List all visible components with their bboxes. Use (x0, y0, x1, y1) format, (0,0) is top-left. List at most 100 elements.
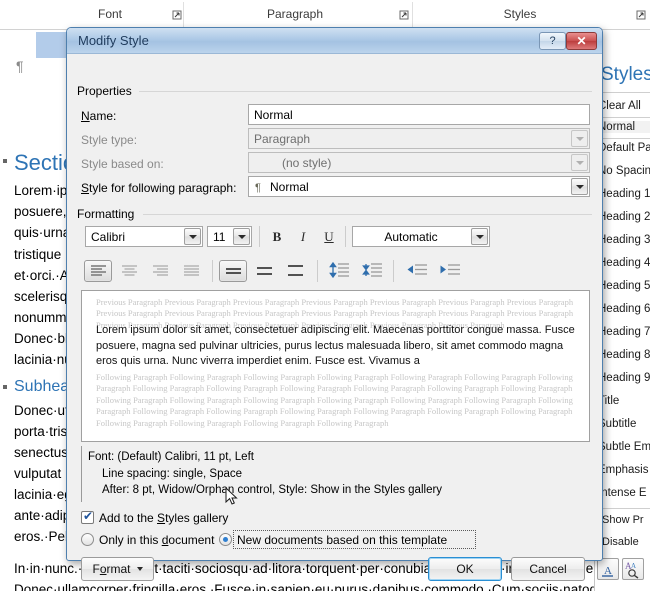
preview-body-text: Lorem ipsum dolor sit amet, consectetuer… (96, 324, 575, 367)
style-based-on-combobox: (no style) (248, 152, 590, 173)
font-size-value: 11 (213, 230, 226, 244)
style-inspector-icon[interactable]: A A (622, 558, 644, 580)
chevron-down-icon[interactable] (471, 228, 488, 245)
preview-following-paragraph: Following Paragraph Following Paragraph … (96, 372, 573, 428)
chevron-down-icon (136, 567, 143, 571)
font-color-value: Automatic (384, 230, 438, 244)
add-to-styles-gallery-checkbox[interactable]: ✔ (81, 509, 94, 524)
style-based-on-value: (no style) (282, 156, 332, 170)
line-spacing-double-button[interactable] (281, 260, 309, 282)
font-family-combobox[interactable]: Calibri (85, 226, 203, 247)
style-type-value: Paragraph (254, 132, 311, 146)
styles-pane-item[interactable]: Heading 1 (598, 188, 650, 200)
dialog-titlebar[interactable]: Modify Style ? ✕ (67, 28, 602, 54)
style-change-bullet-icon (3, 159, 7, 163)
italic-button[interactable]: I (291, 226, 315, 248)
description-line: Font: (Default) Calibri, 11 pt, Left (88, 451, 254, 463)
add-to-styles-gallery-label: Add to the Styles gallery (99, 511, 229, 525)
align-left-button[interactable] (84, 260, 112, 282)
only-in-this-document-radio[interactable] (81, 533, 94, 546)
cancel-button[interactable]: Cancel (511, 557, 585, 581)
style-based-on-label: Style based on: (81, 157, 164, 171)
line-spacing-1-5-button[interactable] (250, 260, 278, 282)
chevron-down-icon (571, 130, 588, 147)
dialog-body: Properties Name: Normal Style type: Para… (67, 54, 602, 581)
svg-text:A: A (631, 562, 636, 570)
chevron-down-icon[interactable] (184, 228, 201, 245)
styles-pane-item[interactable]: Default Pa (598, 142, 650, 154)
styles-pane-item[interactable]: Heading 7 (598, 326, 650, 338)
close-button[interactable]: ✕ (566, 32, 597, 50)
styles-pane-item[interactable]: Emphasis (598, 464, 649, 476)
ribbon-group-bar: Font Paragraph Styles (0, 0, 650, 30)
bold-button[interactable]: B (265, 226, 289, 248)
styles-pane-show-preview-checkbox[interactable]: Show Pr (602, 514, 644, 526)
styles-pane-item[interactable]: Heading 2 (598, 211, 650, 223)
toolbar-separator (345, 226, 346, 247)
style-for-following-paragraph-combobox[interactable]: ¶ Normal (248, 176, 590, 197)
styles-pane-item[interactable]: No Spacin (598, 165, 650, 177)
question-mark-icon: ? (549, 35, 556, 47)
toolbar-separator (212, 260, 213, 282)
style-type-label: Style type: (81, 133, 138, 147)
dialog-title: Modify Style (78, 33, 149, 48)
styles-pane-item[interactable]: Heading 9 (598, 372, 650, 384)
format-button-label: Format (92, 562, 131, 576)
style-type-combobox: Paragraph (248, 128, 590, 149)
styles-pane-item-normal[interactable]: Normal (598, 121, 650, 133)
align-right-button[interactable] (146, 260, 174, 282)
underline-button[interactable]: U (317, 226, 341, 248)
word-modify-style-screen: Font Paragraph Styles ¶ Section Lorem·ip… (0, 0, 650, 591)
font-size-combobox[interactable]: 11 (207, 226, 252, 247)
format-button[interactable]: Format (81, 557, 154, 581)
remove-space-after-button[interactable] (358, 259, 386, 281)
description-line: After: 8 pt, Widow/Orphan control, Style… (102, 484, 443, 496)
styles-pane-item[interactable]: Heading 8 (598, 349, 650, 361)
close-icon: ✕ (576, 34, 587, 48)
name-label: Name: (81, 109, 117, 123)
styles-pane-item[interactable]: Intense E (598, 487, 647, 499)
group-rule (143, 214, 592, 215)
help-button[interactable]: ? (539, 32, 566, 50)
paragraph-dialog-launcher-icon[interactable] (399, 10, 409, 20)
increase-indent-button[interactable] (436, 259, 464, 281)
ribbon-group-font-label: Font (97, 7, 122, 21)
group-rule (139, 91, 592, 92)
styles-pane-item[interactable]: Heading 6 (598, 303, 650, 315)
new-documents-label: New documents based on this template (237, 533, 448, 547)
modify-style-dialog: Modify Style ? ✕ Properties Name: Normal… (66, 27, 603, 581)
font-dialog-launcher-icon[interactable] (172, 10, 182, 20)
styles-pane-disable-linked-checkbox[interactable]: Disable (602, 536, 639, 548)
style-change-bullet-icon (3, 385, 7, 389)
new-documents-radio[interactable] (219, 533, 232, 546)
toolbar-separator (393, 260, 394, 282)
align-center-button[interactable] (115, 260, 143, 282)
style-preview-box: Previous Paragraph Previous Paragraph Pr… (81, 290, 590, 442)
properties-group-label: Properties (77, 84, 138, 98)
new-style-icon[interactable]: A (597, 558, 619, 580)
align-justify-button[interactable] (177, 260, 205, 282)
decrease-indent-button[interactable] (403, 259, 431, 281)
styles-pane-item[interactable]: Heading 5 (598, 280, 650, 292)
styles-dialog-launcher-icon[interactable] (636, 10, 646, 20)
styles-pane-item[interactable]: Subtitle (598, 418, 636, 430)
font-color-combobox[interactable]: Automatic (352, 226, 490, 247)
paragraph-mark-icon: ¶ (255, 182, 261, 194)
styles-pane-clear-all[interactable]: Clear All (598, 100, 641, 112)
style-for-following-paragraph-label: Style for following paragraph: (81, 181, 237, 195)
radio-selected-dot-icon (223, 537, 228, 542)
add-space-before-button[interactable] (325, 259, 353, 281)
ribbon-group-styles-label: Styles (503, 7, 537, 21)
styles-pane-title: Styles (601, 64, 650, 85)
styles-pane-item[interactable]: Heading 4 (598, 257, 650, 269)
line-spacing-single-button[interactable] (219, 260, 247, 282)
chevron-down-icon[interactable] (233, 228, 250, 245)
styles-pane-item[interactable]: Subtle Em (598, 441, 650, 453)
styles-pane-item[interactable]: Heading 3 (598, 234, 650, 246)
following-style-value: Normal (270, 180, 309, 194)
ribbon-group-paragraph-label: Paragraph (266, 7, 324, 21)
checkmark-icon: ✔ (83, 509, 94, 523)
style-name-input[interactable]: Normal (248, 104, 590, 125)
ok-button[interactable]: OK (428, 557, 502, 581)
chevron-down-icon[interactable] (571, 178, 588, 195)
